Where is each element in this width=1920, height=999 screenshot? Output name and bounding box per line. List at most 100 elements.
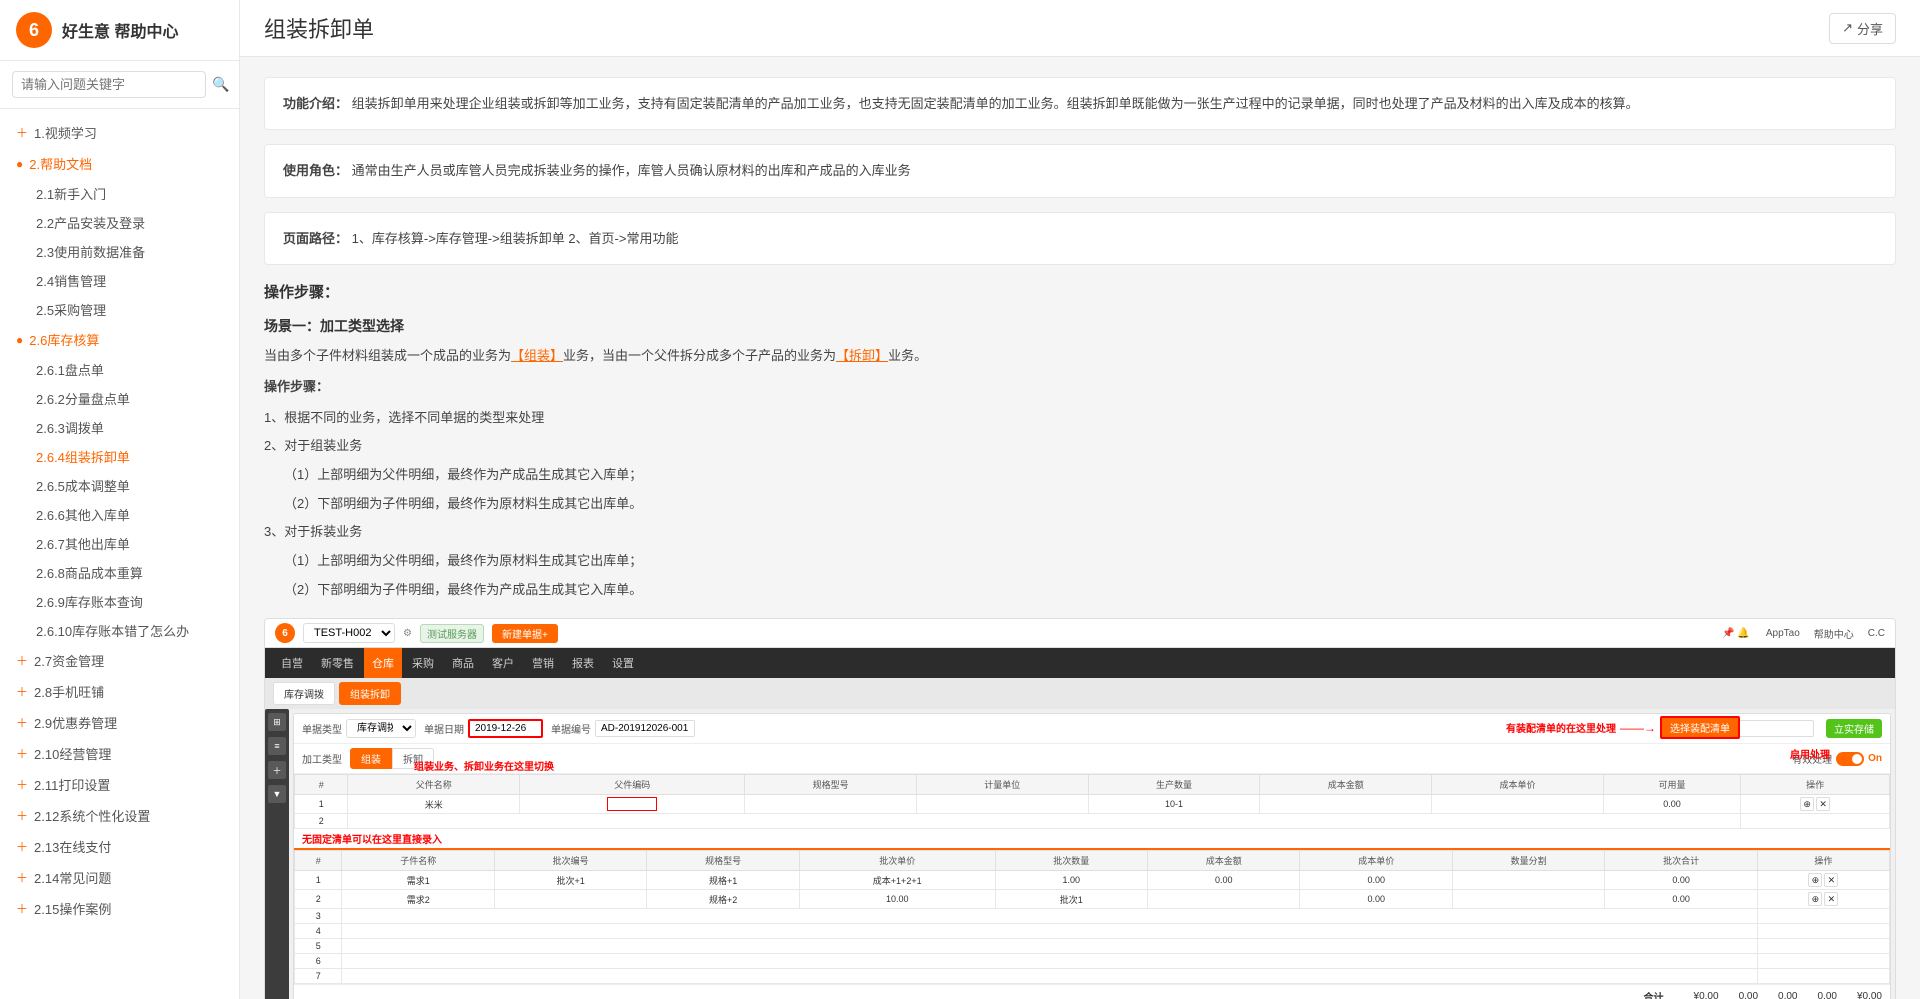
- sim-lcell-act2: ⊕✕: [1757, 890, 1889, 909]
- sim-screenshot: 6 TEST-H002 ⚙ 测试服务器 新建单据+ 📌 🔔 AppTao 帮助中…: [265, 619, 1895, 999]
- zuzhuang-link[interactable]: 【组装】: [511, 348, 563, 363]
- sim-new-order-btn[interactable]: 新建单据+: [492, 624, 558, 643]
- search-box[interactable]: 🔍: [0, 61, 239, 109]
- sim-confirm-input[interactable]: [1734, 720, 1814, 737]
- sidebar-item-video[interactable]: ＋ 1.视频学习: [0, 117, 239, 148]
- sidebar-item-print[interactable]: ＋ 2.11打印设置: [0, 769, 239, 800]
- sidebar-item-help[interactable]: ● 2.帮助文档: [0, 148, 239, 179]
- sidebar-item-coupon[interactable]: ＋ 2.9优惠券管理: [0, 707, 239, 738]
- sidebar-item-inv261[interactable]: 2.6.1盘点单: [0, 355, 239, 384]
- sim-cell-avail1: 0.00: [1603, 795, 1740, 814]
- sim-icon-list[interactable]: ≡: [268, 737, 286, 755]
- sim-upper-row2: 2: [295, 814, 1890, 829]
- sidebar-item-sales[interactable]: 2.4销售管理: [0, 266, 239, 295]
- share-icon: ↗: [1842, 20, 1853, 36]
- sim-toggle[interactable]: [1836, 752, 1864, 766]
- sim-nav-shangpin[interactable]: 商品: [444, 648, 482, 678]
- sim-nav-xls[interactable]: 新零售: [313, 648, 362, 678]
- search-input[interactable]: [12, 71, 206, 98]
- role-label: 使用角色：: [283, 163, 348, 178]
- chaiqiao-link[interactable]: 【拆卸】: [836, 348, 888, 363]
- sim-th-fcode: 父件编码: [520, 775, 745, 795]
- sidebar-item-dataprep[interactable]: 2.3使用前数据准备: [0, 237, 239, 266]
- sim-icon-filter[interactable]: ▼: [268, 785, 286, 803]
- sim-type-field: 单据类型 库存调拨: [302, 719, 416, 738]
- sim-body: ⊞ ≡ ＋ ▼ 单据类型 库存调拨: [265, 709, 1895, 999]
- sim-nav-caigou[interactable]: 采购: [404, 648, 442, 678]
- sidebar-header: 6 好生意 帮助中心: [0, 0, 239, 61]
- sidebar-item-ops[interactable]: ＋ 2.10经营管理: [0, 738, 239, 769]
- sim-lrow-del2[interactable]: ✕: [1824, 892, 1838, 906]
- sim-lrow-del1[interactable]: ✕: [1824, 873, 1838, 887]
- sidebar-item-inv266[interactable]: 2.6.6其他入库单: [0, 500, 239, 529]
- sim-ordernum-field: 单据编号: [551, 720, 695, 737]
- page-title: 组装拆卸单: [264, 12, 374, 44]
- sidebar-item-custom[interactable]: ＋ 2.12系统个性化设置: [0, 800, 239, 831]
- sim-lcell-qs2: [1452, 890, 1604, 909]
- sim-th-qty: 生产数量: [1088, 775, 1260, 795]
- sidebar-item-purchase[interactable]: 2.5采购管理: [0, 295, 239, 324]
- sim-lrow-copy1[interactable]: ⊕: [1808, 873, 1822, 887]
- sim-lcell-num1: 1: [295, 871, 342, 890]
- sim-help-label: 帮助中心: [1814, 626, 1854, 641]
- sim-fcode-input1[interactable]: [607, 797, 657, 811]
- scenario1-title: 场景一：加工类型选择: [264, 316, 1896, 336]
- sim-totals: 合计 ¥0.00 0.00 0.00 0.00 ¥0.00: [294, 984, 1890, 999]
- sidebar-item-inv263[interactable]: 2.6.3调拨单: [0, 413, 239, 442]
- sidebar-item-newbie[interactable]: 2.1新手入门: [0, 179, 239, 208]
- sim-tab-inv-adjust[interactable]: 库存调拨: [273, 682, 335, 705]
- sidebar-item-inv265[interactable]: 2.6.5成本调整单: [0, 471, 239, 500]
- sidebar-item-faq[interactable]: ＋ 2.14常见问题: [0, 862, 239, 893]
- sidebar-item-inv2610[interactable]: 2.6.10库存账本错了怎么办: [0, 616, 239, 645]
- step2-1: （1）上部明细为父件明细，最终作为产成品生成其它入库单；: [264, 463, 1896, 488]
- sidebar-item-inv262[interactable]: 2.6.2分量盘点单: [0, 384, 239, 413]
- sim-lcell-sname2: 需求2: [342, 890, 494, 909]
- sidebar-item-mobile[interactable]: ＋ 2.8手机旺铺: [0, 676, 239, 707]
- sim-nav-shezhi[interactable]: 设置: [604, 648, 642, 678]
- sim-select-bom-btn[interactable]: 选择装配清单: [1660, 716, 1740, 739]
- sim-icon-add[interactable]: ＋: [268, 761, 286, 779]
- sim-nav-cangku[interactable]: 仓库: [364, 648, 402, 678]
- sim-row-copy1[interactable]: ⊕: [1800, 797, 1814, 811]
- search-icon[interactable]: 🔍: [212, 76, 229, 93]
- sidebar-item-online[interactable]: ＋ 2.13在线支付: [0, 831, 239, 862]
- sidebar-item-inv268[interactable]: 2.6.8商品成本重算: [0, 558, 239, 587]
- sim-tab-assembly[interactable]: 组装拆卸: [339, 682, 401, 705]
- sim-lrow-copy2[interactable]: ⊕: [1808, 892, 1822, 906]
- sim-total-amt2: 0.00: [1739, 991, 1758, 999]
- sidebar-item-inv267[interactable]: 2.6.7其他出库单: [0, 529, 239, 558]
- sim-nav-ziyingchan[interactable]: 自营: [273, 648, 311, 678]
- sidebar-item-inv264[interactable]: 2.6.4组装拆卸单: [0, 442, 239, 471]
- sim-form-header: 单据类型 库存调拨 单据日期 单据编号: [294, 714, 1890, 744]
- sim-icons: 📌 🔔: [1722, 628, 1750, 639]
- sim-lth-sname: 子件名称: [342, 851, 494, 871]
- sidebar-item-inventory[interactable]: ● 2.6库存核算: [0, 324, 239, 355]
- step3-2: （2）下部明细为子件明细，最终作为产成品生成其它入库单。: [264, 578, 1896, 603]
- sim-ordernum-input[interactable]: [595, 720, 695, 737]
- sim-icon-home[interactable]: ⊞: [268, 713, 286, 731]
- sim-lcell-uc2: 0.00: [1300, 890, 1452, 909]
- sim-cell-act1: ⊕✕: [1741, 795, 1890, 814]
- sim-save-btn[interactable]: 立实存储: [1826, 719, 1882, 738]
- sim-subtype-assembly[interactable]: 组装: [350, 748, 392, 769]
- sim-th-unitcost: 成本单价: [1432, 775, 1604, 795]
- sim-date-input[interactable]: [468, 719, 543, 738]
- sidebar-item-finance[interactable]: ＋ 2.7资金管理: [0, 645, 239, 676]
- sim-nav-yxiao[interactable]: 营销: [524, 648, 562, 678]
- sim-nav-kehu[interactable]: 客户: [484, 648, 522, 678]
- sim-type-select[interactable]: 库存调拨: [346, 719, 416, 738]
- sidebar-item-cases[interactable]: ＋ 2.15操作案例: [0, 893, 239, 924]
- sim-nav: 自营 新零售 仓库 采购 商品 客户 营销 报表 设置: [265, 648, 1895, 678]
- sim-annotation2: 组装业务、拆卸业务在这里切换: [414, 758, 554, 773]
- sim-lcell-sname1: 需求1: [342, 871, 494, 890]
- sim-row-del1[interactable]: ✕: [1816, 797, 1830, 811]
- main-area: 组装拆卸单 ↗ 分享 功能介绍： 组装拆卸单用来处理企业组装或拆卸等加工业务，支…: [240, 0, 1920, 999]
- sidebar-item-install[interactable]: 2.2产品安装及登录: [0, 208, 239, 237]
- sim-cell-ucost1: [1432, 795, 1604, 814]
- sim-company-select[interactable]: TEST-H002: [303, 623, 395, 643]
- sim-lower-row2: 2 需求2 规格+2 10.00 批次1 0.00: [295, 890, 1890, 909]
- sidebar-item-inv269[interactable]: 2.6.9库存账本查询: [0, 587, 239, 616]
- sim-nav-baobiao[interactable]: 报表: [564, 648, 602, 678]
- sim-lcell-num2: 2: [295, 890, 342, 909]
- share-button[interactable]: ↗ 分享: [1829, 13, 1896, 44]
